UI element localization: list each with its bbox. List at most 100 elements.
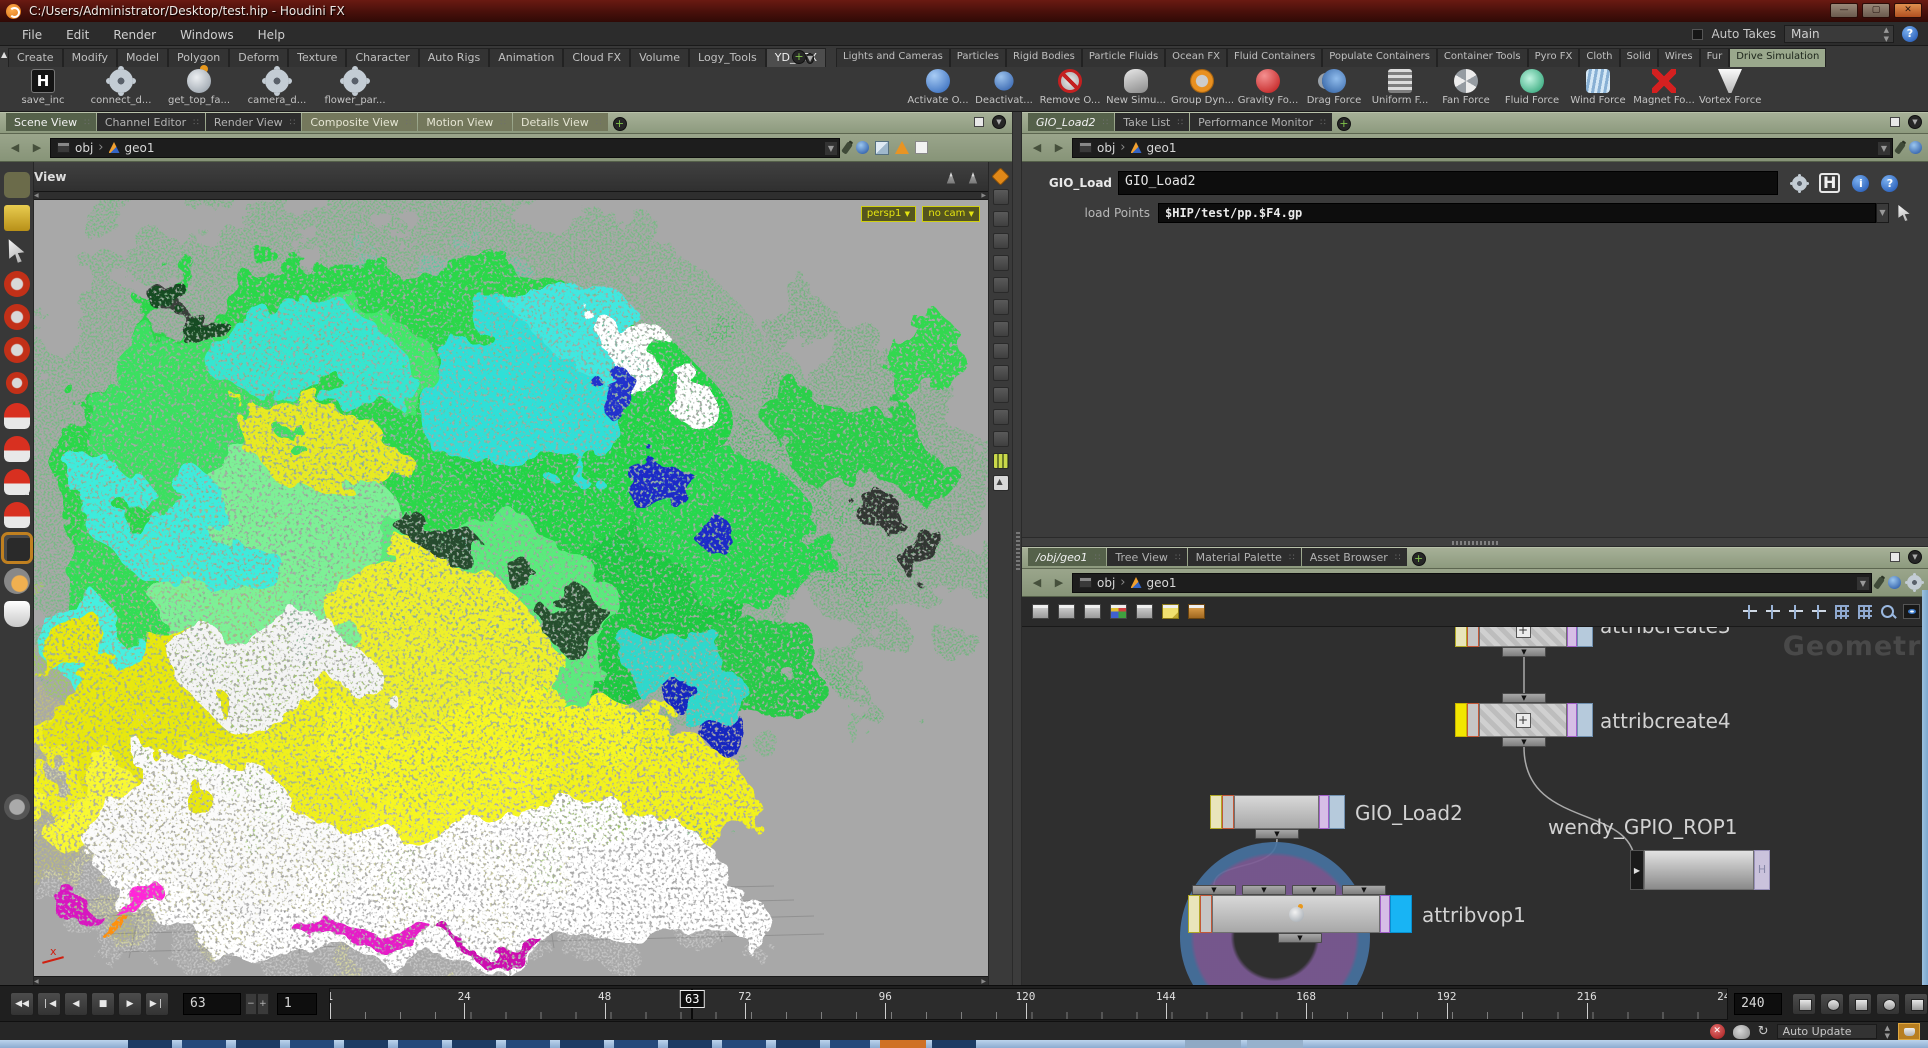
shelf-tab[interactable]: Animation xyxy=(489,48,564,67)
menu-item[interactable]: File xyxy=(10,28,54,42)
vertical-splitter[interactable] xyxy=(1012,112,1022,985)
add-shelf-tab-icon[interactable]: + xyxy=(792,50,806,64)
path-root[interactable]: obj xyxy=(1097,576,1115,590)
frame-ruler[interactable]: 1 24 48 72 xyxy=(328,987,1729,1020)
camera-link-menu[interactable]: no cam ▼ xyxy=(922,206,980,222)
wireframe-icon[interactable] xyxy=(992,233,1009,249)
pane-tab[interactable]: Performance Monitor ∷ xyxy=(1190,113,1332,131)
shelf-tool[interactable]: connect_d... xyxy=(82,67,160,111)
current-frame-marker[interactable]: 63 xyxy=(680,989,705,1008)
show-handles-icon[interactable] xyxy=(991,167,1010,186)
taskbar-item[interactable] xyxy=(1247,1040,1303,1048)
viewport-top-stowbar[interactable]: ◀ ▶ xyxy=(34,192,988,200)
node-wendy-gpio-rop1[interactable]: ▶ H xyxy=(1630,850,1770,890)
menu-item[interactable]: Windows xyxy=(168,28,246,42)
param-value-field[interactable]: $HIP/test/pp.$F4.gp xyxy=(1158,203,1876,223)
help-icon[interactable]: ? xyxy=(1881,174,1899,192)
add-pane-tab-icon[interactable]: + xyxy=(1411,552,1426,566)
shelf-tab[interactable]: Ocean FX xyxy=(1165,48,1227,67)
help-icon[interactable]: ? xyxy=(1902,26,1918,42)
windows-taskbar[interactable] xyxy=(0,1040,1928,1048)
lock-flag[interactable] xyxy=(1467,627,1479,647)
bypass-flag[interactable] xyxy=(1319,795,1329,829)
shelf-tool[interactable]: Vortex Force xyxy=(1697,67,1763,111)
distribute-icon[interactable] xyxy=(1812,604,1826,619)
shelf-tool[interactable]: Magnet Fo... xyxy=(1631,67,1697,111)
go-start-button[interactable]: ◀◀ xyxy=(10,991,34,1016)
shelf-tab[interactable]: Cloth xyxy=(1579,48,1620,67)
pose-icon[interactable] xyxy=(5,371,28,395)
add-pane-tab-icon[interactable]: + xyxy=(1336,117,1351,131)
node-input[interactable]: ▼ xyxy=(1342,885,1386,895)
pane-tab[interactable]: Scene View ∷ xyxy=(6,113,96,131)
magnifier-icon[interactable] xyxy=(1881,605,1894,618)
minimize-button[interactable]: — xyxy=(1830,3,1858,18)
pane-tab[interactable]: Asset Browser ∷ xyxy=(1301,548,1407,566)
view-layout-icon[interactable] xyxy=(3,172,30,198)
node-input[interactable]: ▼ xyxy=(1242,885,1286,895)
bypass-flag[interactable] xyxy=(1567,703,1577,737)
maximize-pane-icon[interactable] xyxy=(974,117,984,127)
shelf-tab[interactable]: Character xyxy=(346,48,419,67)
view-pivot-icon[interactable] xyxy=(3,601,30,627)
shelf-tab[interactable]: Volume xyxy=(630,48,690,67)
grid-display-icon[interactable] xyxy=(1858,604,1872,619)
playbar-end-field[interactable]: 240 xyxy=(1734,992,1782,1015)
node-output[interactable]: ▼ xyxy=(1278,933,1322,943)
shelf-tab[interactable]: Particles xyxy=(949,48,1006,67)
horizontal-splitter[interactable] xyxy=(1022,537,1928,547)
node-output[interactable]: ▼ xyxy=(1502,647,1546,657)
select-state-icon[interactable] xyxy=(946,172,956,184)
file-pick-icon[interactable] xyxy=(1898,205,1910,221)
audio-icon[interactable] xyxy=(1876,992,1900,1015)
realtime-toggle-icon[interactable] xyxy=(1820,992,1844,1015)
pane-tab[interactable]: Take List ∷ xyxy=(1115,113,1190,131)
fog-icon[interactable] xyxy=(992,343,1009,359)
pin-icon[interactable] xyxy=(1873,575,1885,590)
shelf-tab[interactable]: Rigid Bodies xyxy=(1005,48,1082,67)
background-icon[interactable] xyxy=(992,431,1009,447)
pane-menu-icon[interactable]: ▼ xyxy=(1908,550,1922,564)
pane-tab[interactable]: Channel Editor ∷ xyxy=(96,113,205,131)
back-icon[interactable]: ◀ xyxy=(1028,139,1046,157)
error-icon[interactable]: ✕ xyxy=(1709,1024,1725,1039)
houdini-flag[interactable]: H xyxy=(1754,850,1770,890)
node-cabinet-icon[interactable] xyxy=(1032,604,1049,619)
pane-tab[interactable]: GIO_Load2 ∷ xyxy=(1028,113,1115,131)
shelf-tab[interactable]: Solid xyxy=(1619,48,1658,67)
gear-icon[interactable] xyxy=(1792,175,1807,191)
taskbar-item[interactable] xyxy=(128,1040,172,1048)
shelf-tool[interactable]: Fan Force xyxy=(1433,67,1499,111)
taskbar-item[interactable] xyxy=(1185,1040,1241,1048)
taskbar-item[interactable] xyxy=(776,1040,820,1048)
prev-frame-button[interactable]: ❘◀ xyxy=(37,991,61,1016)
shelf-tool[interactable]: Fluid Force xyxy=(1499,67,1565,111)
back-icon[interactable]: ◀ xyxy=(1028,574,1046,592)
camera-icon[interactable] xyxy=(0,532,33,564)
pane-tab[interactable]: Render View ∷ xyxy=(205,113,302,131)
lighting-icon[interactable] xyxy=(992,365,1009,381)
cook-mode-icon[interactable] xyxy=(1898,1023,1920,1040)
shelf-tab[interactable]: Drive Simulation xyxy=(1729,48,1827,67)
path-field[interactable]: obj › geo1 ▼ xyxy=(50,137,840,158)
shadows-icon[interactable] xyxy=(992,387,1009,403)
shelf-tab[interactable]: Auto Rigs xyxy=(418,48,490,67)
shelf-tool[interactable]: Remove O... xyxy=(1037,67,1103,111)
param-dropdown-icon[interactable]: ▼ xyxy=(1876,203,1889,223)
info-icon[interactable]: i xyxy=(1852,174,1870,192)
maximize-pane-icon[interactable] xyxy=(1890,117,1900,127)
shelf-tool[interactable]: Activate O... xyxy=(905,67,971,111)
pane-menu-icon[interactable]: ▼ xyxy=(992,115,1006,129)
shelf-tool[interactable]: Drag Force xyxy=(1301,67,1367,111)
add-pane-tab-icon[interactable]: + xyxy=(612,117,627,131)
shelf-tool[interactable]: camera_d... xyxy=(238,67,316,111)
template-flag[interactable] xyxy=(1210,795,1222,829)
taskbar-item[interactable] xyxy=(344,1040,388,1048)
node-attribvop1[interactable] xyxy=(1188,895,1412,933)
display-flag[interactable] xyxy=(1329,795,1345,829)
taskbar-item[interactable] xyxy=(560,1040,604,1048)
shelf-tab[interactable]: Pyro FX xyxy=(1527,48,1580,67)
link-icon[interactable] xyxy=(856,141,869,154)
path-root[interactable]: obj xyxy=(1097,141,1115,155)
lock-flag[interactable] xyxy=(1200,895,1212,933)
